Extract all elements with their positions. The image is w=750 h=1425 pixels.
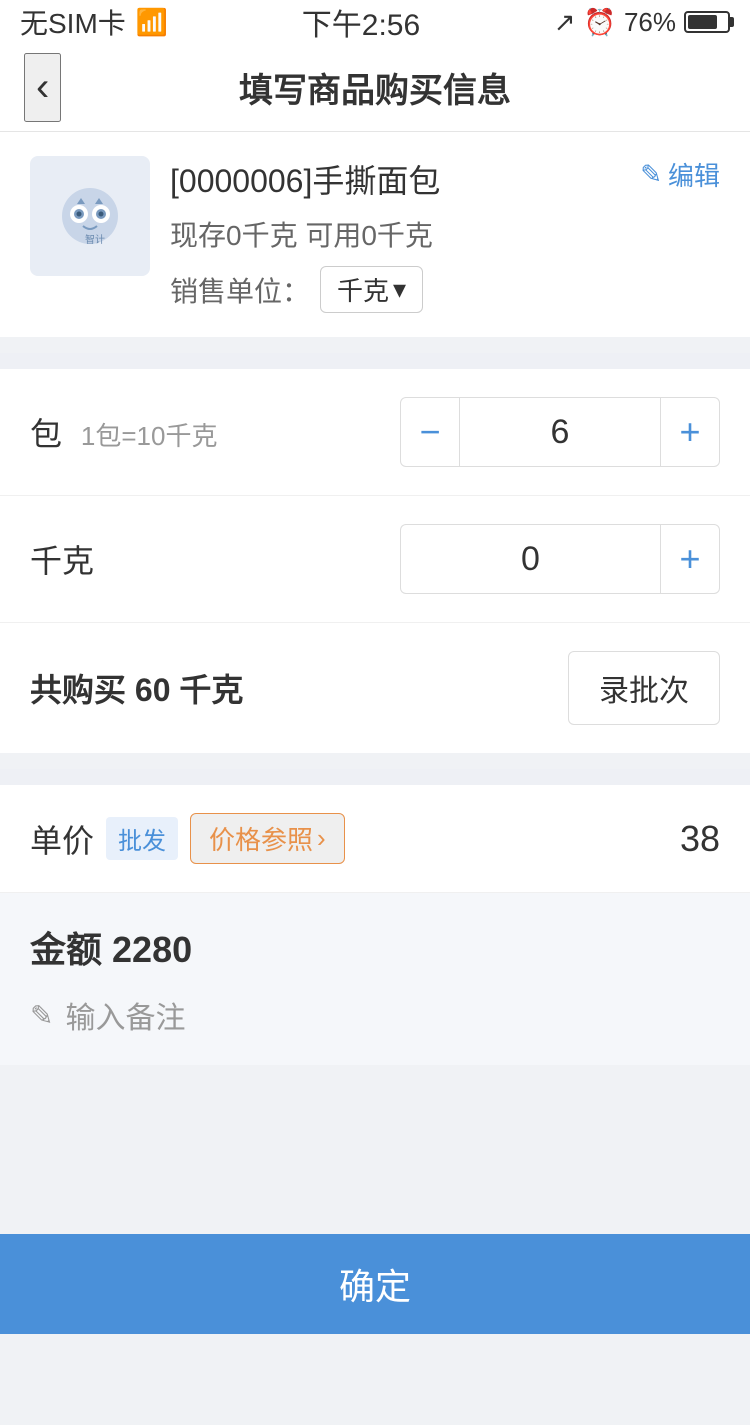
remark-placeholder: 输入备注: [65, 993, 185, 1037]
price-tag-batch: 批发: [106, 817, 178, 860]
nav-bar: ‹ 填写商品购买信息: [0, 44, 750, 132]
bao-label: 包 1包=10千克: [30, 409, 400, 455]
location-icon: ↗: [554, 7, 576, 38]
bao-quantity-input[interactable]: [460, 397, 660, 467]
separator-2: [0, 769, 750, 785]
bao-increment-button[interactable]: +: [660, 397, 720, 467]
kg-row: 千克 +: [0, 496, 750, 623]
kg-increment-button[interactable]: +: [660, 524, 720, 594]
input-section: 包 1包=10千克 − + 千克 +: [0, 369, 750, 623]
confirm-button[interactable]: 确定: [0, 1234, 750, 1334]
price-section: 单价 批发 价格参照 › 38: [0, 785, 750, 893]
product-image: 智计: [30, 156, 150, 276]
price-ref-button[interactable]: 价格参照 ›: [190, 813, 345, 864]
bao-row: 包 1包=10千克 − +: [0, 369, 750, 496]
status-left: 无SIM卡 📶: [20, 2, 168, 42]
status-bar: 无SIM卡 📶 下午2:56 ↗ ⏰ 76%: [0, 0, 750, 44]
kg-quantity-control: +: [400, 524, 720, 594]
total-prefix: 共购买: [30, 672, 126, 708]
bao-sublabel: 1包=10千克: [81, 421, 218, 451]
unit-label-text: 销售单位：: [170, 270, 310, 310]
total-text: 共购买 60 千克: [30, 665, 243, 711]
price-value: 38: [680, 818, 720, 860]
product-top: [0000006]手撕面包 ✎ 编辑: [170, 156, 720, 214]
battery-pct: 76%: [624, 7, 676, 38]
separator-1: [0, 353, 750, 369]
kg-label: 千克: [30, 536, 400, 582]
product-unit: 销售单位： 千克 ▾: [170, 266, 720, 313]
amount-section: 金额 2280 ✎ 输入备注: [0, 893, 750, 1065]
edit-icon: ✎: [640, 159, 662, 190]
bao-decrement-button[interactable]: −: [400, 397, 460, 467]
product-stock: 现存0千克 可用0千克: [170, 214, 720, 254]
time-label: 下午2:56: [302, 0, 420, 44]
bao-quantity-control: − +: [400, 397, 720, 467]
carrier-label: 无SIM卡: [20, 2, 126, 42]
amount-value: 2280: [112, 929, 192, 970]
wifi-icon: 📶: [136, 7, 168, 38]
back-button[interactable]: ‹: [24, 53, 61, 122]
page-title: 填写商品购买信息: [239, 63, 511, 112]
product-name: [0000006]手撕面包: [170, 156, 440, 202]
price-ref-arrow-icon: ›: [317, 823, 326, 854]
edit-button[interactable]: ✎ 编辑: [640, 156, 720, 193]
pencil-icon: ✎: [30, 999, 53, 1032]
product-section: 智计 [0000006]手撕面包 ✎ 编辑 现存0千克 可用0千克 销售单位： …: [0, 132, 750, 337]
alarm-icon: ⏰: [584, 7, 616, 38]
kg-quantity-input[interactable]: [400, 524, 660, 594]
unit-value: 千克: [337, 271, 389, 308]
product-info: [0000006]手撕面包 ✎ 编辑 现存0千克 可用0千克 销售单位： 千克 …: [170, 156, 720, 313]
total-unit-label: 千克: [179, 672, 243, 708]
total-section: 共购买 60 千克 录批次: [0, 623, 750, 753]
amount-label: 金额: [30, 929, 102, 970]
price-label: 单价: [30, 816, 94, 862]
price-left: 单价 批发 价格参照 ›: [30, 813, 345, 864]
battery-icon: [684, 11, 730, 33]
remark-row[interactable]: ✎ 输入备注: [30, 993, 720, 1037]
product-thumbnail: 智计: [55, 186, 125, 246]
dropdown-arrow-icon: ▾: [393, 274, 406, 305]
unit-select[interactable]: 千克 ▾: [320, 266, 423, 313]
price-ref-label: 价格参照: [209, 820, 313, 857]
total-amount-value: 60: [135, 672, 171, 708]
edit-label: 编辑: [668, 156, 720, 193]
svg-text:智计: 智计: [85, 233, 105, 246]
batch-button[interactable]: 录批次: [568, 651, 720, 725]
status-right: ↗ ⏰ 76%: [554, 7, 730, 38]
amount-row: 金额 2280: [30, 921, 720, 973]
